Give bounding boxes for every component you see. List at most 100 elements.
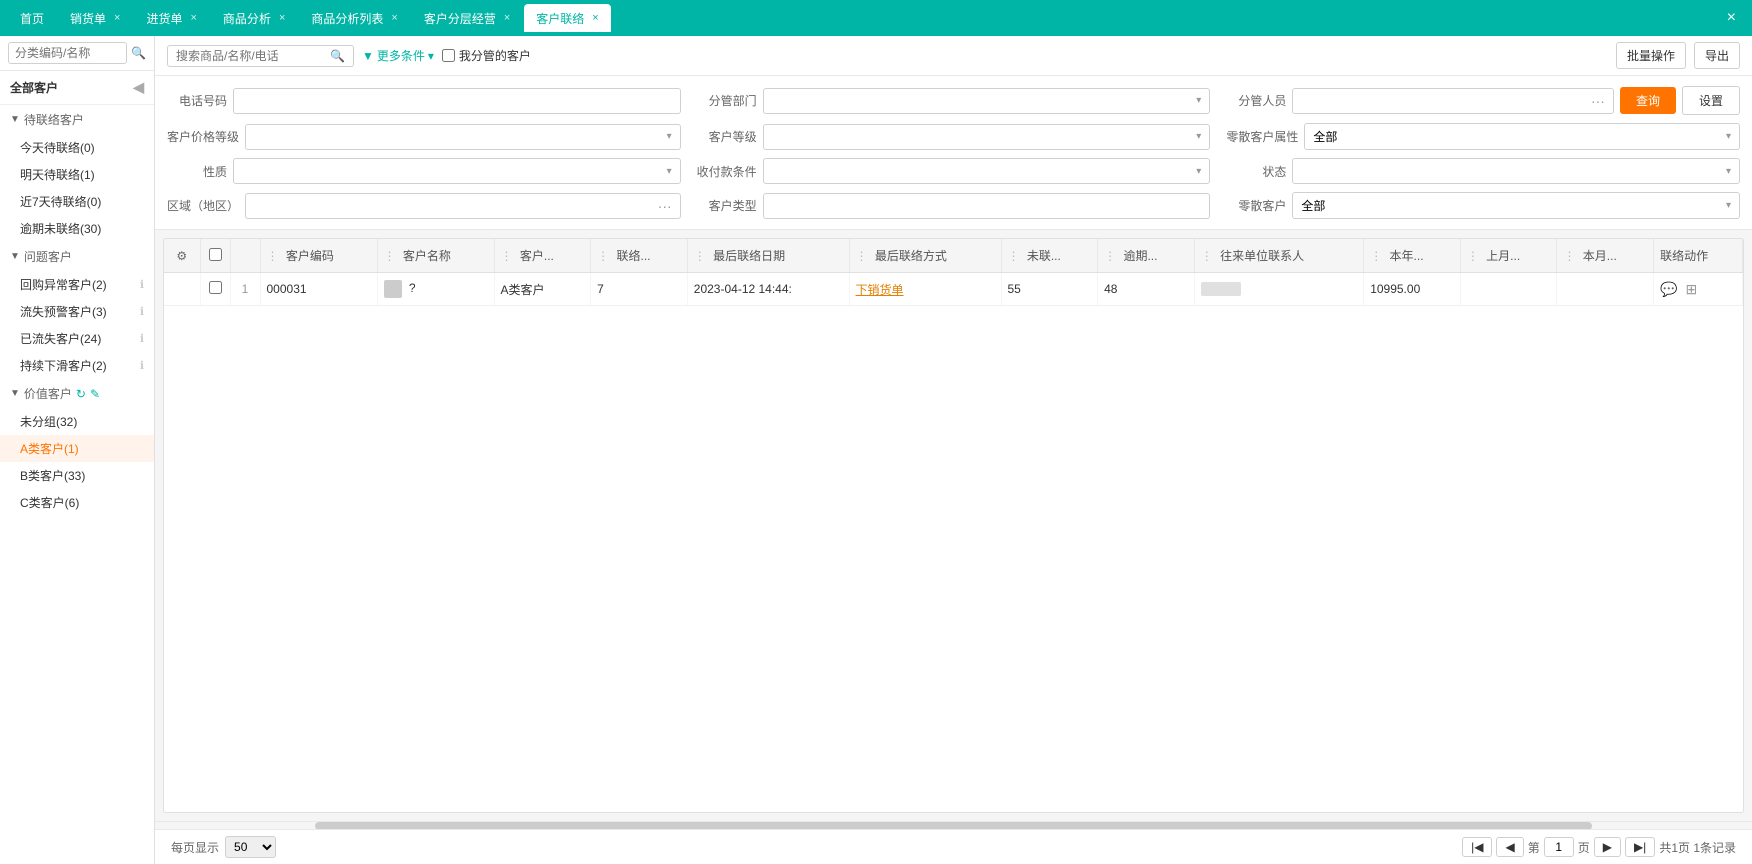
section-value[interactable]: ▼ 价值客户 ↻ ✎ <box>0 379 154 408</box>
class-drag-handle[interactable]: ⋮ <box>501 249 513 263</box>
sidebar-item-ungrouped[interactable]: 未分组(32) <box>0 408 154 435</box>
prev-page-button[interactable]: ◀ <box>1496 837 1523 857</box>
name-drag-handle[interactable]: ⋮ <box>384 249 396 263</box>
sidebar-item-week[interactable]: 近7天待联络(0) <box>0 188 154 215</box>
grid-icon[interactable]: ⊞ <box>1686 281 1698 298</box>
horizontal-scrollbar[interactable] <box>155 821 1752 829</box>
row-checkbox-cell[interactable] <box>200 273 230 306</box>
row-settings <box>164 273 200 306</box>
nav-goods-analysis[interactable]: 商品分析 × <box>211 4 297 32</box>
sidebar-item-overdue[interactable]: 逾期未联络(30) <box>0 215 154 242</box>
sidebar-search-input[interactable] <box>8 42 127 64</box>
section-problem-label: 问题客户 <box>24 248 72 265</box>
more-filter-label: 更多条件 <box>377 47 425 64</box>
section-problem[interactable]: ▼ 问题客户 <box>0 242 154 271</box>
retail-attr-input[interactable]: 全部 ▾ <box>1304 123 1740 150</box>
nav-customer-tier-close[interactable]: × <box>504 12 510 24</box>
nav-purchase-close[interactable]: × <box>190 12 196 24</box>
nav-goods-list-close[interactable]: × <box>391 12 397 24</box>
row-checkbox[interactable] <box>209 281 222 294</box>
price-level-input[interactable]: ▾ <box>245 124 681 150</box>
sidebar-collapse-button[interactable]: ◀ <box>133 79 144 96</box>
nav-customer-contact[interactable]: 客户联络 × <box>524 4 610 32</box>
unit-drag-handle[interactable]: ⋮ <box>1201 249 1213 263</box>
select-all-checkbox[interactable] <box>209 248 222 261</box>
payment-label: 收付款条件 <box>697 163 757 180</box>
toolbar: 🔍 ▼ 更多条件 ▾ 我分管的客户 批量操作 导出 <box>155 36 1752 76</box>
overdue-drag-handle[interactable]: ⋮ <box>1104 249 1116 263</box>
current-page-input[interactable] <box>1544 837 1574 857</box>
section-pending-contact[interactable]: ▼ 待联络客户 <box>0 105 154 134</box>
sidebar-item-repurchase-abnormal[interactable]: 回购异常客户(2) ℹ <box>0 271 154 298</box>
filter-row-region: 区域（地区） ··· <box>167 192 681 219</box>
sidebar-item-week-label: 近7天待联络(0) <box>20 193 101 210</box>
cust-level-input[interactable]: ▾ <box>763 124 1211 150</box>
sidebar-item-tomorrow-label: 明天待联络(1) <box>20 166 95 183</box>
sidebar-item-a-class[interactable]: A类客户(1) <box>0 435 154 462</box>
nav-home[interactable]: 首页 <box>8 4 56 32</box>
phone-input[interactable] <box>233 88 681 114</box>
table-footer: 每页显示 50 100 200 |◀ ◀ 第 页 ▶ ▶| 共1页 1条记录 <box>155 829 1752 864</box>
sidebar-item-today[interactable]: 今天待联络(0) <box>0 134 154 161</box>
nav-purchase[interactable]: 进货单 × <box>134 4 208 32</box>
sidebar-item-tomorrow[interactable]: 明天待联络(1) <box>0 161 154 188</box>
nav-sales[interactable]: 销货单 × <box>58 4 132 32</box>
contact-drag-handle[interactable]: ⋮ <box>597 249 609 263</box>
per-page-select[interactable]: 50 100 200 <box>225 836 276 858</box>
nav-customer-contact-close[interactable]: × <box>592 12 598 24</box>
year-drag-handle[interactable]: ⋮ <box>1370 249 1382 263</box>
sidebar-search-icon[interactable]: 🔍 <box>131 46 146 60</box>
search-icon[interactable]: 🔍 <box>330 49 345 63</box>
th-checkbox[interactable] <box>200 239 230 273</box>
sidebar-item-b-class[interactable]: B类客户(33) <box>0 462 154 489</box>
next-page-button[interactable]: ▶ <box>1594 837 1621 857</box>
person-input[interactable]: ··· <box>1292 88 1614 114</box>
first-page-button[interactable]: |◀ <box>1462 837 1492 857</box>
retail-value: 全部 <box>1301 197 1325 214</box>
chat-icon[interactable]: 💬 <box>1660 281 1677 298</box>
nav-goods-analysis-close[interactable]: × <box>279 12 285 24</box>
sidebar-item-c-class[interactable]: C类客户(6) <box>0 489 154 516</box>
last-page-button[interactable]: ▶| <box>1625 837 1655 857</box>
sidebar-item-churn-warning[interactable]: 流失预警客户(3) ℹ <box>0 298 154 325</box>
value-edit-icon[interactable]: ✎ <box>90 387 100 401</box>
export-button[interactable]: 导出 <box>1694 42 1740 69</box>
search-box: 🔍 <box>167 45 354 67</box>
way-drag-handle[interactable]: ⋮ <box>856 249 868 263</box>
nav-sales-close[interactable]: × <box>114 12 120 24</box>
query-button[interactable]: 查询 <box>1620 87 1676 114</box>
settings-gear-icon[interactable]: ⚙ <box>176 249 187 263</box>
search-input[interactable] <box>176 49 326 63</box>
th-settings[interactable]: ⚙ <box>164 239 200 273</box>
date-drag-handle[interactable]: ⋮ <box>694 249 706 263</box>
my-customers-check[interactable] <box>442 49 455 62</box>
retail-attr-arrow-icon: ▾ <box>1726 131 1731 142</box>
footer-left: 每页显示 50 100 200 <box>171 836 276 858</box>
value-refresh-icon[interactable]: ↻ <box>76 387 86 401</box>
status-input[interactable]: ▾ <box>1292 158 1740 184</box>
batch-op-button[interactable]: 批量操作 <box>1616 42 1686 69</box>
thismonth-drag-handle[interactable]: ⋮ <box>1563 249 1575 263</box>
lastmonth-drag-handle[interactable]: ⋮ <box>1467 249 1479 263</box>
nature-input[interactable]: ▾ <box>233 158 681 184</box>
cust-type-input[interactable] <box>763 193 1211 219</box>
retail-input[interactable]: 全部 ▾ <box>1292 192 1740 219</box>
nocontact-drag-handle[interactable]: ⋮ <box>1008 249 1020 263</box>
setting-button[interactable]: 设置 <box>1682 86 1740 115</box>
th-action-label: 联络动作 <box>1660 249 1708 263</box>
sidebar-all-customers[interactable]: 全部客户 ◀ <box>0 71 154 105</box>
nav-goods-list[interactable]: 商品分析列表 × <box>299 4 409 32</box>
region-input[interactable]: ··· <box>245 193 681 219</box>
sidebar-item-declining[interactable]: 持续下滑客户(2) ℹ <box>0 352 154 379</box>
nav-customer-tier[interactable]: 客户分层经营 × <box>412 4 522 32</box>
dept-input[interactable]: ▾ <box>763 88 1211 114</box>
last-way-link[interactable]: 下销货单 <box>856 283 904 297</box>
per-page-label: 每页显示 <box>171 839 219 856</box>
payment-input[interactable]: ▾ <box>763 158 1211 184</box>
window-close-button[interactable]: × <box>1719 9 1744 27</box>
th-name: ⋮ 客户名称 <box>377 239 494 273</box>
code-drag-handle[interactable]: ⋮ <box>267 249 279 263</box>
more-filter-button[interactable]: ▼ 更多条件 ▾ <box>362 47 434 64</box>
my-customers-checkbox[interactable]: 我分管的客户 <box>442 47 531 64</box>
sidebar-item-churned[interactable]: 已流失客户(24) ℹ <box>0 325 154 352</box>
